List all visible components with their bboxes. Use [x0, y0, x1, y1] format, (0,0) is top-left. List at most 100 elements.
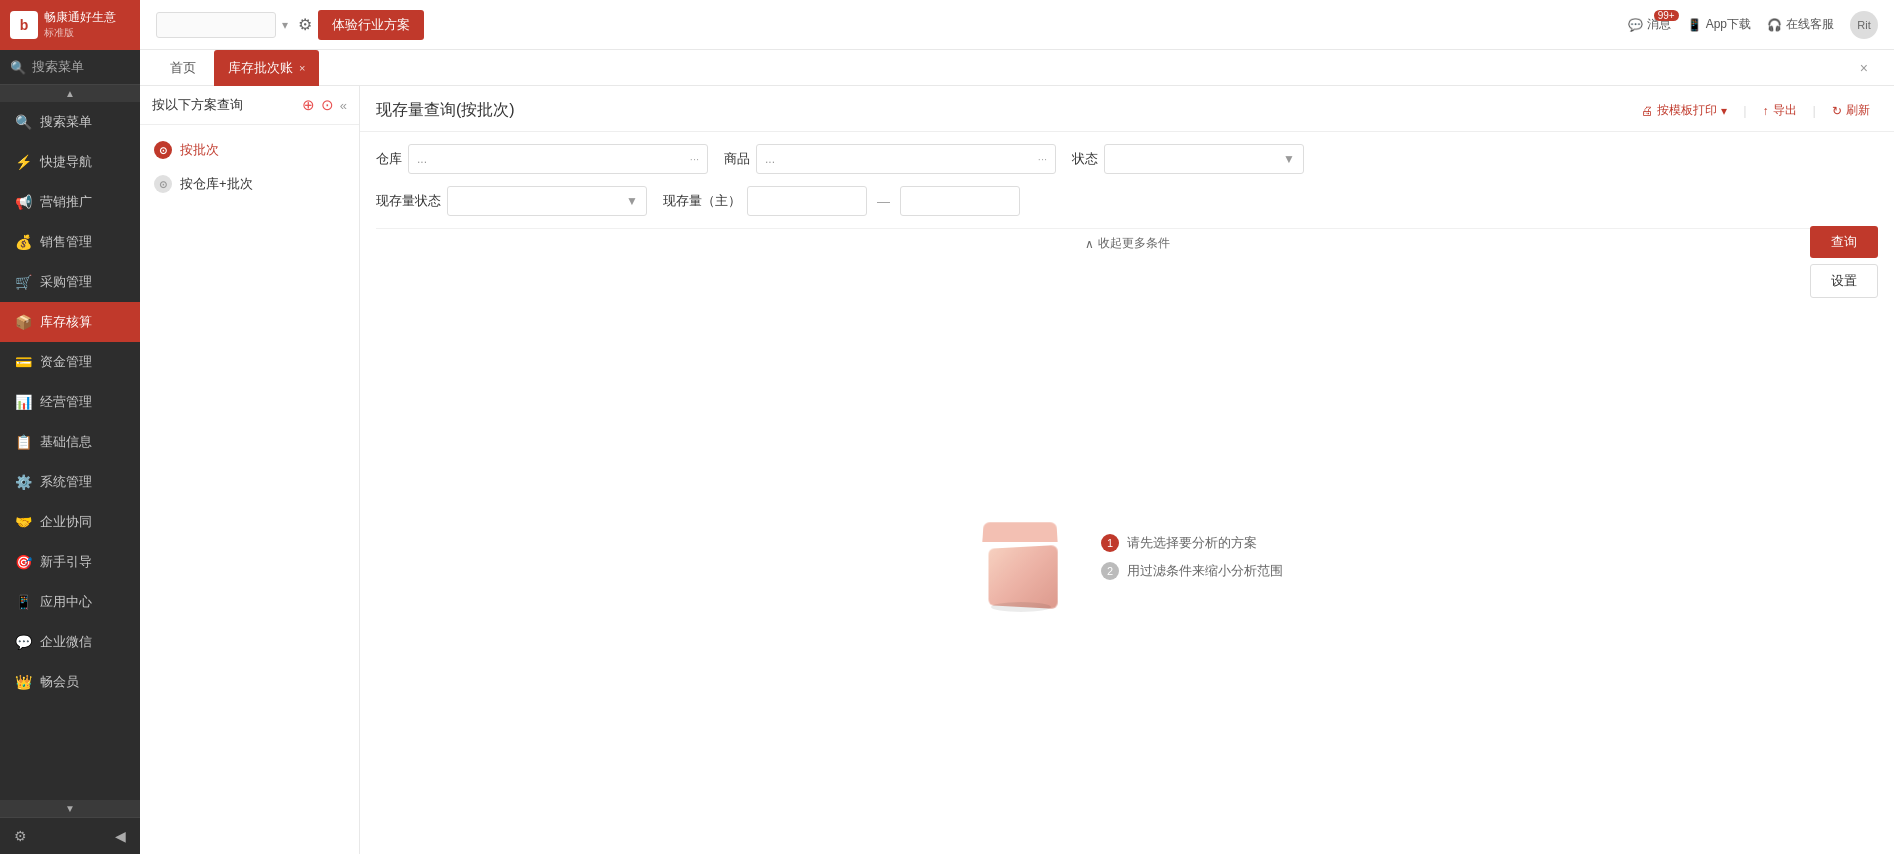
left-panel-header: 按以下方案查询 ⊕ ⊙ « [140, 86, 359, 125]
topbar-right: 💬 消息 99+ 📱 App下载 🎧 在线客服 Rit [1628, 11, 1878, 39]
product-input[interactable]: ... ··· [756, 144, 1056, 174]
sidebar-item-purchase[interactable]: 🛒 采购管理 [0, 262, 140, 302]
sidebar-item-operation[interactable]: 📊 经营管理 [0, 382, 140, 422]
sidebar-item-quick-nav[interactable]: ⚡ 快捷导航 [0, 142, 140, 182]
action-divider-1: | [1743, 103, 1746, 118]
empty-box [989, 545, 1058, 609]
status-select[interactable]: ▼ [1104, 144, 1304, 174]
left-panel-collapse-btn[interactable]: « [340, 98, 347, 113]
sidebar-item-app-center[interactable]: 📱 应用中心 [0, 582, 140, 622]
sidebar-item-icon-quick-nav: ⚡ [14, 153, 32, 171]
sidebar-items: 🔍 搜索菜单 ⚡ 快捷导航 📢 营销推广 💰 销售管理 🛒 采购管理 📦 库存核… [0, 102, 140, 800]
sidebar-item-member[interactable]: 👑 畅会员 [0, 662, 140, 702]
sidebar-footer: ⚙ ◀ [0, 817, 140, 854]
sidebar-item-icon-purchase: 🛒 [14, 273, 32, 291]
warehouse-label: 仓库 [376, 150, 402, 168]
sidebar-item-search[interactable]: 🔍 搜索菜单 [0, 102, 140, 142]
warehouse-more-icon[interactable]: ··· [690, 153, 699, 165]
tab-close-right-icon[interactable]: × [1850, 54, 1878, 82]
warehouse-input[interactable]: ... ··· [408, 144, 708, 174]
left-panel-settings-btn[interactable]: ⊙ [321, 96, 334, 114]
refresh-label: 刷新 [1846, 102, 1870, 119]
refresh-icon: ↻ [1832, 104, 1842, 118]
sidebar-item-icon-system: ⚙️ [14, 473, 32, 491]
sidebar-item-system[interactable]: ⚙️ 系统管理 [0, 462, 140, 502]
export-label: 导出 [1773, 102, 1797, 119]
warehouse-placeholder: ... [417, 152, 427, 166]
product-label: 商品 [724, 150, 750, 168]
sidebar-item-icon-finance: 💳 [14, 353, 32, 371]
topbar-gear-icon[interactable]: ⚙ [298, 15, 312, 34]
tab-inventory-batch[interactable]: 库存批次账 × [214, 50, 319, 86]
app-version: 标准版 [44, 26, 116, 40]
sidebar-item-icon-inventory: 📦 [14, 313, 32, 331]
service-icon: 🎧 [1767, 18, 1782, 32]
sidebar-item-icon-weixin: 💬 [14, 633, 32, 651]
inventory-qty-to-input[interactable] [900, 186, 1020, 216]
status-arrow-icon: ▼ [1283, 152, 1295, 166]
filter-status: 状态 ▼ [1072, 144, 1304, 174]
sidebar-item-label-enterprise: 企业协同 [40, 513, 92, 531]
schema-item-by-warehouse-batch-label: 按仓库+批次 [180, 175, 253, 193]
sidebar-item-icon-newbie: 🎯 [14, 553, 32, 571]
sidebar-item-marketing[interactable]: 📢 营销推广 [0, 182, 140, 222]
schema-item-by-warehouse-batch[interactable]: ⊙ 按仓库+批次 [140, 167, 359, 201]
tab-home[interactable]: 首页 [156, 50, 210, 86]
sidebar-item-label-search: 搜索菜单 [40, 113, 92, 131]
messages-badge: 99+ [1654, 10, 1679, 21]
refresh-btn[interactable]: ↻ 刷新 [1824, 98, 1878, 123]
app-download-btn[interactable]: 📱 App下载 [1687, 16, 1751, 33]
schema-list: ⊙ 按批次 ⊙ 按仓库+批次 [140, 125, 359, 209]
topbar-search-input[interactable] [156, 12, 276, 38]
tab-home-label: 首页 [170, 59, 196, 77]
sidebar-item-inventory[interactable]: 📦 库存核算 [0, 302, 140, 342]
sidebar-item-label-weixin: 企业微信 [40, 633, 92, 651]
search-icon: 🔍 [10, 60, 26, 75]
online-service-btn[interactable]: 🎧 在线客服 [1767, 16, 1834, 33]
page-content: 按以下方案查询 ⊕ ⊙ « ⊙ 按批次 ⊙ 按仓库+批次 [140, 86, 1894, 854]
sidebar-scroll-up[interactable]: ▲ [0, 85, 140, 102]
inventory-status-select[interactable]: ▼ [447, 186, 647, 216]
sidebar-scroll-down[interactable]: ▼ [0, 800, 140, 817]
inventory-qty-label: 现存量（主） [663, 192, 741, 210]
export-btn[interactable]: ↑ 导出 [1755, 98, 1805, 123]
left-panel: 按以下方案查询 ⊕ ⊙ « ⊙ 按批次 ⊙ 按仓库+批次 [140, 86, 360, 854]
user-avatar-btn[interactable]: Rit [1850, 11, 1878, 39]
sidebar-item-enterprise[interactable]: 🤝 企业协同 [0, 502, 140, 542]
sidebar-item-basic[interactable]: 📋 基础信息 [0, 422, 140, 462]
trial-btn[interactable]: 体验行业方案 [318, 10, 424, 40]
table-settings-btn[interactable]: 设置 [1810, 264, 1878, 298]
print-btn[interactable]: 🖨 按模板打印 ▾ [1633, 98, 1735, 123]
app-download-label: App下载 [1706, 16, 1751, 33]
app-info: 畅康通好生意 标准版 [44, 10, 116, 40]
page-header: 现存量查询(按批次) 🖨 按模板打印 ▾ | ↑ 导出 | ↻ [360, 86, 1894, 132]
collapse-more-btn[interactable]: ∧ 收起更多条件 [376, 228, 1878, 258]
inventory-qty-from-input[interactable] [747, 186, 867, 216]
settings-icon[interactable]: ⚙ [14, 828, 27, 844]
sidebar-item-icon-enterprise: 🤝 [14, 513, 32, 531]
empty-box-top [982, 522, 1057, 542]
sidebar-search[interactable]: 🔍 搜索菜单 [0, 50, 140, 85]
topbar-chevron-icon[interactable]: ▾ [282, 18, 288, 32]
app-name: 畅康通好生意 [44, 10, 116, 26]
sidebar-item-label-app-center: 应用中心 [40, 593, 92, 611]
sidebar-item-sales[interactable]: 💰 销售管理 [0, 222, 140, 262]
sidebar-item-label-quick-nav: 快捷导航 [40, 153, 92, 171]
messages-btn[interactable]: 💬 消息 99+ [1628, 16, 1671, 33]
tab-close-icon[interactable]: × [299, 62, 305, 74]
sidebar-item-newbie[interactable]: 🎯 新手引导 [0, 542, 140, 582]
product-more-icon[interactable]: ··· [1038, 153, 1047, 165]
sidebar-item-weixin[interactable]: 💬 企业微信 [0, 622, 140, 662]
left-panel-add-btn[interactable]: ⊕ [302, 96, 315, 114]
sidebar-item-label-sales: 销售管理 [40, 233, 92, 251]
avatar: Rit [1850, 11, 1878, 39]
sidebar-item-icon-operation: 📊 [14, 393, 32, 411]
empty-tip-1: 1 请先选择要分析的方案 [1101, 534, 1283, 552]
sidebar-item-label-marketing: 营销推广 [40, 193, 92, 211]
filter-area: 仓库 ... ··· 商品 ... ··· 状态 [360, 132, 1894, 270]
collapse-sidebar-icon[interactable]: ◀ [115, 828, 126, 844]
print-arrow-icon[interactable]: ▾ [1721, 104, 1727, 118]
schema-item-by-batch[interactable]: ⊙ 按批次 [140, 133, 359, 167]
query-btn[interactable]: 查询 [1810, 226, 1878, 258]
sidebar-item-finance[interactable]: 💳 资金管理 [0, 342, 140, 382]
